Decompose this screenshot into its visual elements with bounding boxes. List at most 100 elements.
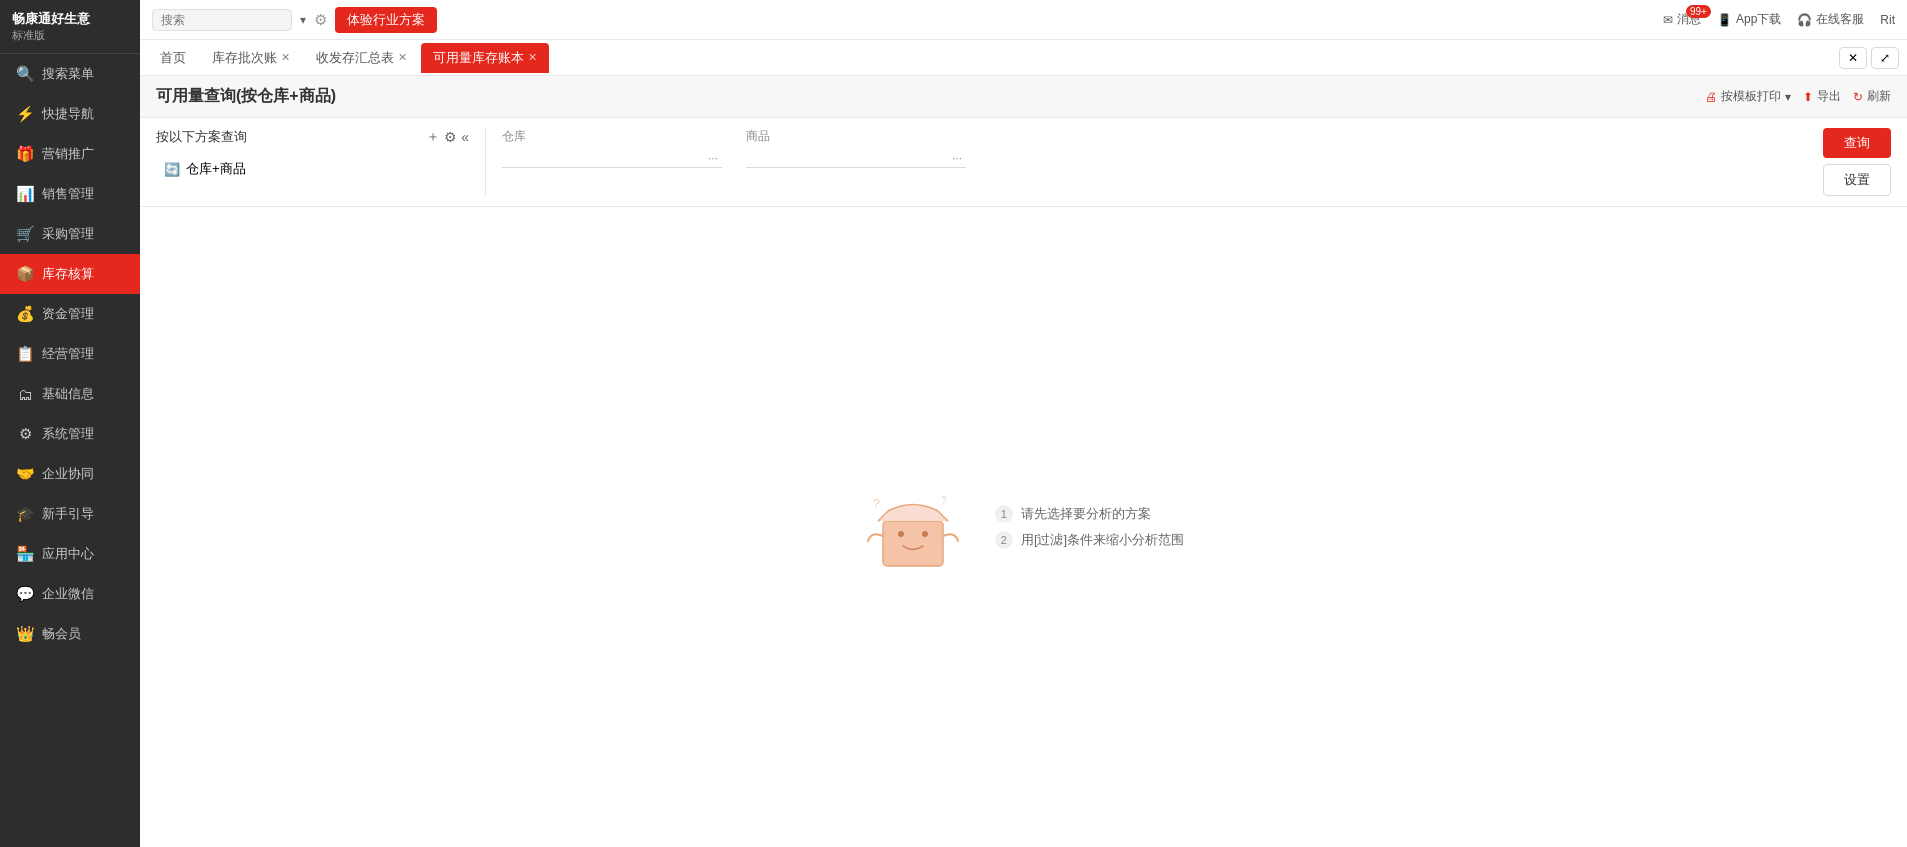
- search-icon: 🔍: [16, 65, 34, 83]
- print-dropdown-icon[interactable]: ▾: [1785, 90, 1791, 104]
- svg-point-1: [898, 531, 904, 537]
- industry-btn[interactable]: 体验行业方案: [335, 7, 437, 33]
- hint-num-2: 2: [995, 531, 1013, 549]
- tab-batch[interactable]: 库存批次账✕: [200, 43, 302, 73]
- tab-close-summary[interactable]: ✕: [398, 51, 407, 64]
- goods-field: 商品 ···: [746, 128, 966, 168]
- app-download-btn[interactable]: 📱 App下载: [1717, 11, 1781, 28]
- scheme-warehouse-goods[interactable]: 🔄 仓库+商品: [156, 154, 469, 184]
- sidebar-label-inventory: 库存核算: [42, 265, 94, 283]
- tab-summary[interactable]: 收发存汇总表✕: [304, 43, 419, 73]
- close-tab-btn[interactable]: ✕: [1839, 47, 1867, 69]
- sidebar-label-shortcut: 快捷导航: [42, 105, 94, 123]
- svg-point-2: [922, 531, 928, 537]
- sidebar-item-operation[interactable]: 📋 经营管理: [0, 334, 140, 374]
- topbar-gear-icon[interactable]: ⚙: [314, 11, 327, 29]
- warehouse-label: 仓库: [502, 128, 722, 145]
- sales-icon: 📊: [16, 185, 34, 203]
- logo-sub: 标准版: [12, 28, 128, 43]
- sidebar-item-wechat[interactable]: 💬 企业微信: [0, 574, 140, 614]
- sidebar-item-sales[interactable]: 📊 销售管理: [0, 174, 140, 214]
- warehouse-dots[interactable]: ···: [708, 151, 718, 165]
- sidebar-item-shortcut[interactable]: ⚡ 快捷导航: [0, 94, 140, 134]
- hint-text-2: 用[过滤]条件来缩小分析范围: [1021, 531, 1184, 549]
- tab-home[interactable]: 首页: [148, 43, 198, 73]
- sidebar-item-inventory[interactable]: 📦 库存核算: [0, 254, 140, 294]
- sidebar-item-purchase[interactable]: 🛒 采购管理: [0, 214, 140, 254]
- sidebar-label-wechat: 企业微信: [42, 585, 94, 603]
- sidebar-label-basic: 基础信息: [42, 385, 94, 403]
- svg-text:?: ?: [873, 497, 880, 511]
- page-title: 可用量查询(按仓库+商品): [156, 86, 336, 107]
- goods-input[interactable]: ···: [746, 149, 966, 168]
- sidebar-logo: 畅康通好生意 标准版: [0, 0, 140, 54]
- service-label: 在线客服: [1816, 11, 1864, 28]
- sidebar-item-search[interactable]: 🔍 搜索菜单: [0, 54, 140, 94]
- topbar-dropdown-icon[interactable]: ▾: [300, 13, 306, 27]
- sidebar-item-member[interactable]: 👑 畅会员: [0, 614, 140, 654]
- service-icon: 🎧: [1797, 13, 1812, 27]
- export-btn[interactable]: ⬆ 导出: [1803, 88, 1841, 105]
- sidebar-label-operation: 经营管理: [42, 345, 94, 363]
- filter-scheme-btns: ＋ ⚙ «: [426, 128, 469, 146]
- empty-hint-2: 2 用[过滤]条件来缩小分析范围: [995, 531, 1184, 549]
- empty-hints: 1 请先选择要分析的方案 2 用[过滤]条件来缩小分析范围: [995, 505, 1184, 549]
- collapse-scheme-btn[interactable]: «: [461, 128, 469, 146]
- appstore-icon: 🏪: [16, 545, 34, 563]
- settings-btn[interactable]: 设置: [1823, 164, 1891, 196]
- search-input[interactable]: [152, 9, 292, 31]
- user-name: Rit: [1880, 13, 1895, 27]
- add-scheme-btn[interactable]: ＋: [426, 128, 440, 146]
- sidebar-item-basic[interactable]: 🗂 基础信息: [0, 374, 140, 414]
- settings-scheme-btn[interactable]: ⚙: [444, 128, 457, 146]
- empty-state: ? ? 1 请先选择要分析的方案 2 用[过滤]条件来缩小分析范围: [140, 207, 1907, 847]
- empty-illustration: ? ?: [863, 476, 963, 579]
- member-icon: 👑: [16, 625, 34, 643]
- sidebar-item-marketing[interactable]: 🎁 营销推广: [0, 134, 140, 174]
- inventory-icon: 📦: [16, 265, 34, 283]
- query-btn[interactable]: 查询: [1823, 128, 1891, 158]
- expand-tab-btn[interactable]: ⤢: [1871, 47, 1899, 69]
- warehouse-input[interactable]: ···: [502, 149, 722, 168]
- print-label: 按模板打印: [1721, 88, 1781, 105]
- sidebar-item-enterprise[interactable]: 🤝 企业协同: [0, 454, 140, 494]
- tab-close-available[interactable]: ✕: [528, 51, 537, 64]
- warehouse-field: 仓库 ···: [502, 128, 722, 168]
- refresh-label: 刷新: [1867, 88, 1891, 105]
- topbar-right: ✉ 消息 99+ 📱 App下载 🎧 在线客服 Rit: [1663, 11, 1895, 28]
- sidebar-label-enterprise: 企业协同: [42, 465, 94, 483]
- shortcut-icon: ⚡: [16, 105, 34, 123]
- sidebar-item-newbie[interactable]: 🎓 新手引导: [0, 494, 140, 534]
- scheme-icon: 🔄: [164, 162, 180, 177]
- sidebar-item-appstore[interactable]: 🏪 应用中心: [0, 534, 140, 574]
- sidebar-item-system[interactable]: ⚙ 系统管理: [0, 414, 140, 454]
- tab-close-batch[interactable]: ✕: [281, 51, 290, 64]
- refresh-btn[interactable]: ↻ 刷新: [1853, 88, 1891, 105]
- enterprise-icon: 🤝: [16, 465, 34, 483]
- goods-dots[interactable]: ···: [952, 151, 962, 165]
- tabbar: 首页库存批次账✕收发存汇总表✕可用量库存账本✕ ✕ ⤢: [140, 40, 1907, 76]
- sidebar-item-finance[interactable]: 💰 资金管理: [0, 294, 140, 334]
- empty-hint-1: 1 请先选择要分析的方案: [995, 505, 1184, 523]
- print-icon: 🖨: [1705, 90, 1717, 104]
- hint-text-1: 请先选择要分析的方案: [1021, 505, 1151, 523]
- scheme-label: 仓库+商品: [186, 160, 246, 178]
- operation-icon: 📋: [16, 345, 34, 363]
- tab-available[interactable]: 可用量库存账本✕: [421, 43, 549, 73]
- export-icon: ⬆: [1803, 90, 1813, 104]
- app-icon: 📱: [1717, 13, 1732, 27]
- refresh-icon: ↻: [1853, 90, 1863, 104]
- user-menu[interactable]: Rit: [1880, 13, 1895, 27]
- app-label: App下载: [1736, 11, 1781, 28]
- filter-scheme-label: 按以下方案查询: [156, 128, 247, 146]
- basic-icon: 🗂: [16, 386, 34, 403]
- query-buttons: 查询 设置: [1823, 128, 1891, 196]
- sidebar-label-system: 系统管理: [42, 425, 94, 443]
- service-btn[interactable]: 🎧 在线客服: [1797, 11, 1864, 28]
- message-icon: ✉: [1663, 13, 1673, 27]
- message-btn[interactable]: ✉ 消息 99+: [1663, 11, 1701, 28]
- topbar: ▾ ⚙ 体验行业方案 ✉ 消息 99+ 📱 App下载 🎧 在线客服 Rit: [140, 0, 1907, 40]
- print-btn[interactable]: 🖨 按模板打印 ▾: [1705, 88, 1791, 105]
- filter-area: 按以下方案查询 ＋ ⚙ « 🔄 仓库+商品 仓库: [140, 118, 1907, 207]
- export-label: 导出: [1817, 88, 1841, 105]
